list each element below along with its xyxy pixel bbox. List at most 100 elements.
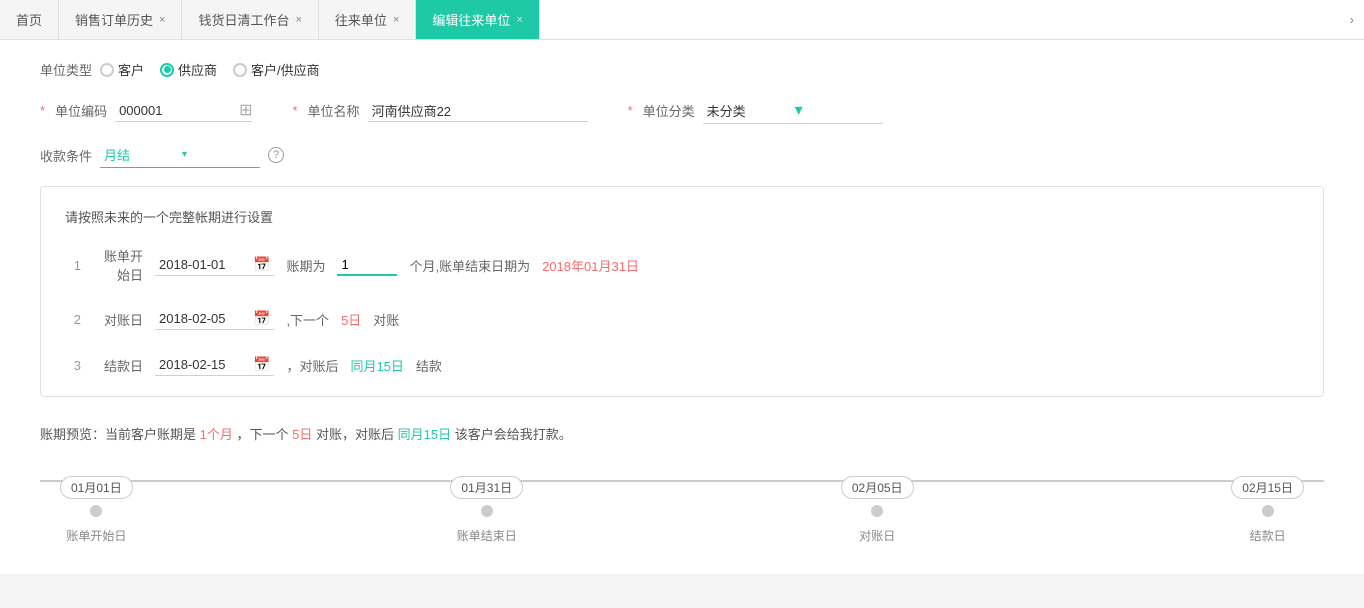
period-date-1: 📅 (155, 254, 274, 276)
period-num-3: 3 (65, 358, 81, 373)
unit-code-icon[interactable]: ⊞ (239, 100, 252, 120)
timeline-date-1: 01月31日 (450, 476, 523, 499)
period-label-1: 账单开始日 (93, 246, 143, 284)
tab-cash-work[interactable]: 钱货日清工作台 × (182, 0, 318, 39)
period-suffix-mid-1: 个月,账单结束日期为 (409, 256, 530, 275)
tab-sales-history[interactable]: 销售订单历史 × (59, 0, 182, 39)
radio-supplier-label: 供应商 (178, 60, 217, 79)
tab-edit-counterparty-label: 编辑往来单位 (432, 10, 510, 29)
period-date-input-3[interactable] (159, 357, 249, 372)
tab-sales-history-label: 销售订单历史 (75, 10, 153, 29)
period-label-2: 对账日 (93, 310, 143, 329)
tab-edit-counterparty[interactable]: 编辑往来单位 × (416, 0, 539, 39)
calendar-icon-2[interactable]: 📅 (253, 310, 270, 327)
payment-terms-label: 收款条件 (40, 146, 92, 165)
period-row-2: 2 对账日 📅 ,下一个 5日 对账 (65, 308, 1299, 330)
period-row-3: 3 结款日 📅 ，对账后 同月15日 结款 (65, 354, 1299, 376)
calendar-icon-3[interactable]: 📅 (253, 356, 270, 373)
radio-customer-circle (100, 63, 114, 77)
tab-home-label: 首页 (16, 10, 42, 29)
period-title: 请按照未来的一个完整帐期进行设置 (65, 207, 1299, 226)
help-icon[interactable]: ? (268, 147, 284, 163)
unit-code-input-wrap: ⊞ (115, 100, 252, 122)
preview-label-pre: 账期预览：当前客户账期是 (40, 427, 196, 442)
unit-type-radio-group: 客户 供应商 客户/供应商 (100, 60, 320, 79)
radio-supplier[interactable]: 供应商 (160, 60, 217, 79)
radio-both[interactable]: 客户/供应商 (233, 60, 320, 79)
preview-highlight1: 1个月 (200, 427, 233, 442)
period-date-input-1[interactable] (159, 257, 249, 272)
unit-classify-field: * 单位分类 未分类 ▾ (628, 97, 883, 124)
unit-code-input[interactable] (115, 100, 235, 121)
timeline-dot-2 (871, 505, 883, 517)
unit-code-star: * (40, 103, 45, 118)
period-label-3: 结款日 (93, 356, 143, 375)
period-num-2: 2 (65, 312, 81, 327)
tab-more-arrow[interactable]: › (1340, 0, 1364, 39)
period-date-2: 📅 (155, 308, 274, 330)
question-mark: ? (273, 149, 279, 161)
period-end-date-1: 2018年01月31日 (542, 256, 639, 275)
payment-terms-select[interactable]: 月结 ▾ (100, 142, 260, 168)
timeline-nodes: 01月01日 账单开始日 01月31日 账单结束日 02月05日 对账日 02月… (40, 476, 1324, 544)
timeline-label-1: 账单结束日 (457, 527, 517, 544)
unit-info-row: * 单位编码 ⊞ * 单位名称 * 单位分类 未分类 ▾ (40, 97, 1324, 124)
timeline-label-0: 账单开始日 (66, 527, 126, 544)
tab-counterparty[interactable]: 往来单位 × (319, 0, 416, 39)
timeline-label-3: 结款日 (1250, 527, 1286, 544)
timeline-date-0: 01月01日 (60, 476, 133, 499)
unit-name-field: * 单位名称 (292, 100, 587, 122)
preview-label-mid1: ，下一个 (237, 427, 289, 442)
timeline-date-2: 02月05日 (841, 476, 914, 499)
tab-bar: 首页 销售订单历史 × 钱货日清工作台 × 往来单位 × 编辑往来单位 × › (0, 0, 1364, 40)
period-highlight-2: 5日 (341, 310, 361, 329)
tab-cash-work-close[interactable]: × (295, 14, 301, 26)
payment-terms-row: 收款条件 月结 ▾ ? (40, 142, 1324, 168)
tab-sales-history-close[interactable]: × (159, 14, 165, 26)
unit-name-label: 单位名称 (308, 101, 360, 120)
unit-type-label: 单位类型 (40, 60, 92, 79)
tab-cash-work-label: 钱货日清工作台 (198, 10, 289, 29)
tab-counterparty-close[interactable]: × (393, 14, 399, 26)
main-content: 单位类型 客户 供应商 客户/供应商 * 单位编码 ⊞ (0, 40, 1364, 574)
period-suffix-pre-1: 账期为 (286, 256, 325, 275)
preview-bar: 账期预览：当前客户账期是 1个月 ，下一个 5日 对账，对账后 同月15日 该客… (40, 413, 1324, 456)
timeline-dot-3 (1262, 505, 1274, 517)
radio-customer-label: 客户 (118, 60, 144, 79)
chevron-right-icon: › (1350, 12, 1354, 27)
timeline-node-0: 01月01日 账单开始日 (60, 476, 133, 544)
unit-classify-star: * (628, 103, 633, 118)
radio-both-circle (233, 63, 247, 77)
radio-supplier-circle (160, 63, 174, 77)
payment-terms-chevron: ▾ (182, 149, 256, 160)
period-date-input-2[interactable] (159, 311, 249, 326)
tab-counterparty-label: 往来单位 (335, 10, 387, 29)
tab-edit-counterparty-close[interactable]: × (516, 14, 522, 26)
period-suffix2-3: 结款 (416, 356, 442, 375)
unit-code-label: 单位编码 (55, 101, 107, 120)
timeline-label-2: 对账日 (859, 527, 895, 544)
radio-both-label: 客户/供应商 (251, 60, 320, 79)
period-row-1: 1 账单开始日 📅 账期为 个月,账单结束日期为 2018年01月31日 (65, 246, 1299, 284)
radio-customer[interactable]: 客户 (100, 60, 144, 79)
unit-name-input[interactable] (368, 100, 588, 122)
period-box: 请按照未来的一个完整帐期进行设置 1 账单开始日 📅 账期为 个月,账单结束日期… (40, 186, 1324, 397)
timeline-date-3: 02月15日 (1231, 476, 1304, 499)
payment-terms-value: 月结 (104, 145, 178, 164)
unit-name-star: * (292, 103, 297, 118)
unit-classify-select[interactable]: 未分类 ▾ (703, 97, 883, 124)
timeline-wrap: 01月01日 账单开始日 01月31日 账单结束日 02月05日 对账日 02月… (40, 456, 1324, 554)
unit-type-row: 单位类型 客户 供应商 客户/供应商 (40, 60, 1324, 79)
timeline-dot-1 (481, 505, 493, 517)
calendar-icon-1[interactable]: 📅 (253, 256, 270, 273)
preview-label-mid2: 对账，对账后 (316, 427, 394, 442)
period-num-1: 1 (65, 258, 81, 273)
preview-highlight3: 同月15日 (398, 427, 451, 442)
period-months-input[interactable] (337, 255, 397, 276)
unit-classify-value: 未分类 (707, 101, 791, 120)
preview-highlight2: 5日 (292, 427, 312, 442)
tab-home[interactable]: 首页 (0, 0, 59, 39)
period-highlight-3: 同月15日 (350, 356, 403, 375)
timeline-node-1: 01月31日 账单结束日 (450, 476, 523, 544)
preview-label-end: 该客户会给我打款。 (455, 427, 572, 442)
